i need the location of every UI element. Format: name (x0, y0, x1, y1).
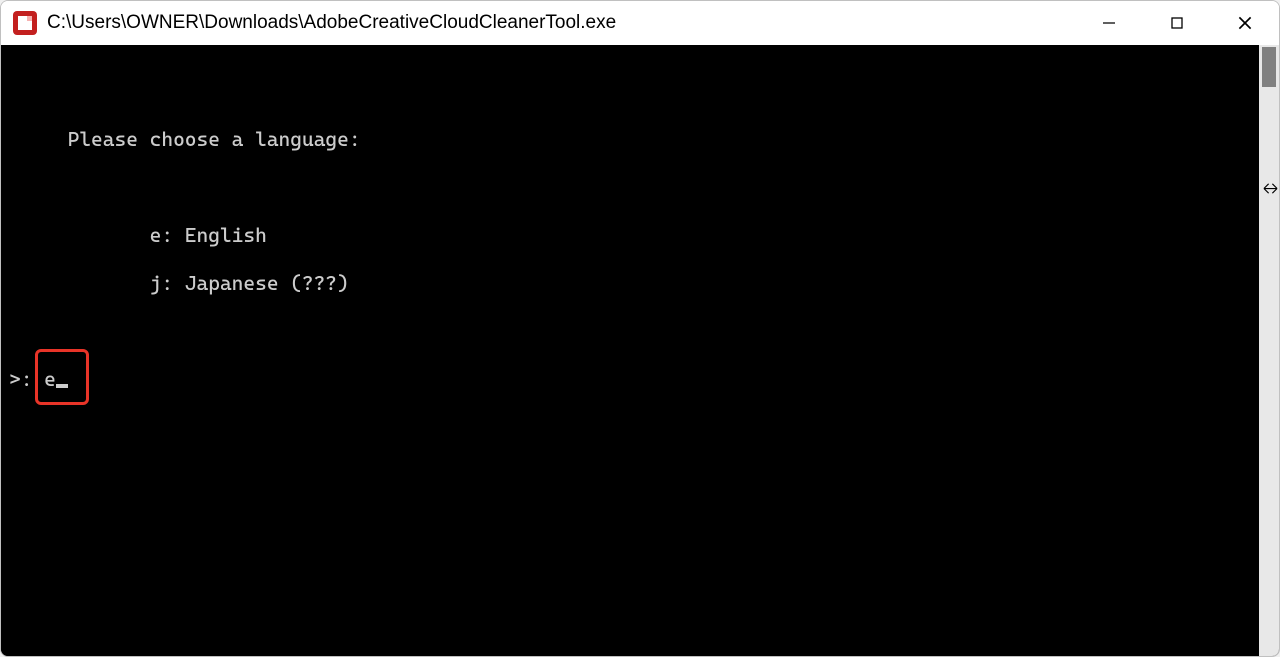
app-window: C:\Users\OWNER\Downloads\AdobeCreativeCl… (0, 0, 1280, 657)
prompt-header-line: Please choose a language: (9, 127, 1259, 151)
window-title: C:\Users\OWNER\Downloads\AdobeCreativeCl… (47, 12, 1075, 34)
maximize-button[interactable] (1143, 1, 1211, 45)
scrollbar-thumb[interactable] (1262, 47, 1276, 87)
window-controls (1075, 1, 1279, 45)
annotation-highlight-box (35, 349, 89, 405)
adobe-app-icon (13, 11, 37, 35)
minimize-icon (1101, 15, 1117, 31)
close-icon (1236, 14, 1254, 32)
content-area: Please choose a language: e: English j: … (1, 45, 1279, 656)
minimize-button[interactable] (1075, 1, 1143, 45)
blank-line (9, 79, 1259, 103)
maximize-icon (1169, 15, 1185, 31)
input-prompt-line[interactable]: >: e (9, 367, 1259, 391)
titlebar[interactable]: C:\Users\OWNER\Downloads\AdobeCreativeCl… (1, 1, 1279, 45)
resize-horizontal-icon (1263, 181, 1278, 196)
option-english-line: e: English (9, 223, 1259, 247)
vertical-scrollbar[interactable] (1259, 45, 1279, 656)
blank-line (9, 319, 1259, 343)
blank-line (9, 175, 1259, 199)
close-button[interactable] (1211, 1, 1279, 45)
option-japanese-line: j: Japanese (???) (9, 271, 1259, 295)
terminal-output[interactable]: Please choose a language: e: English j: … (1, 45, 1259, 656)
